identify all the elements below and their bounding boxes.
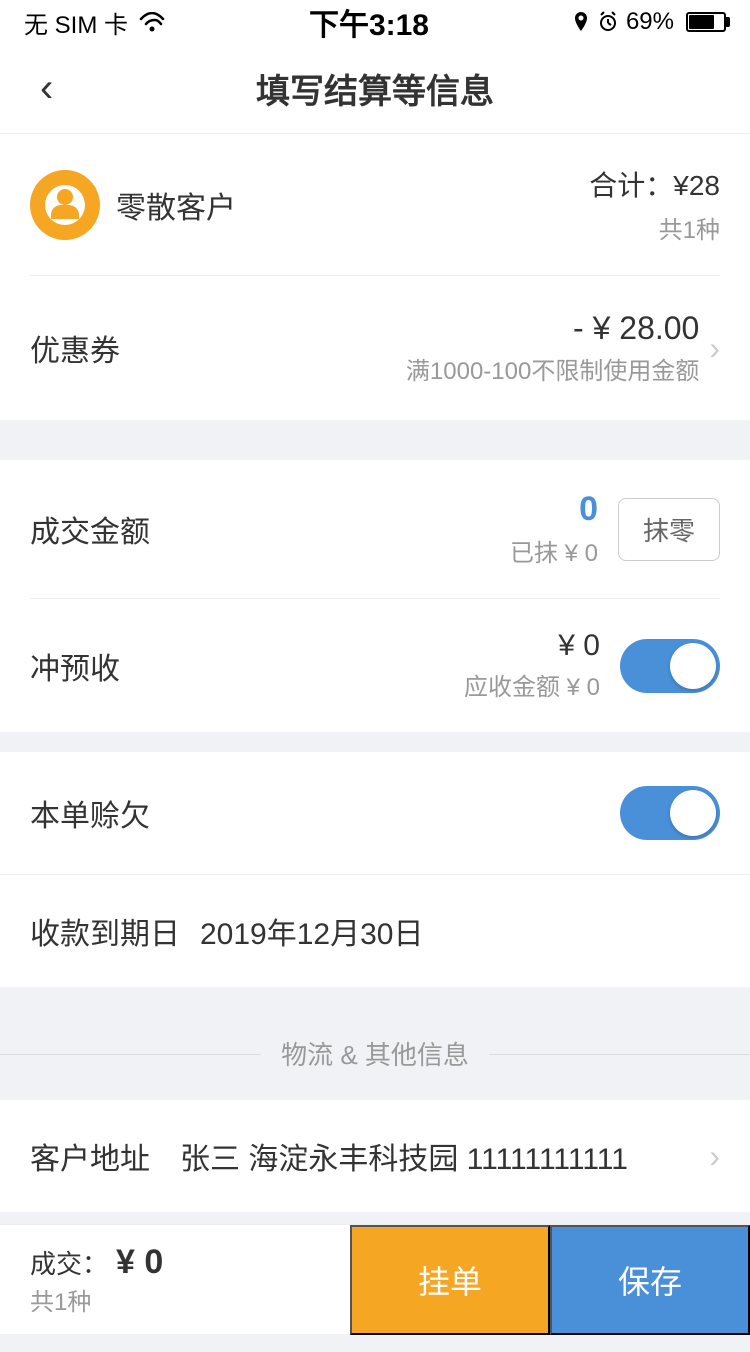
location-icon bbox=[572, 11, 590, 33]
status-bar: 无 SIM 卡 下午3:18 69% bbox=[0, 0, 750, 44]
back-button[interactable]: ‹ bbox=[30, 56, 63, 121]
deal-amount: ¥ 0 bbox=[116, 1243, 163, 1282]
amount-sub: 已抹 ¥ 0 bbox=[510, 533, 598, 568]
amount-label: 成交金额 bbox=[30, 507, 150, 551]
chevron-right-icon: › bbox=[709, 330, 720, 367]
bottom-left: 成交： ¥ 0 共1种 bbox=[0, 1243, 350, 1317]
debt-toggle[interactable] bbox=[620, 786, 720, 840]
address-label: 客户地址 bbox=[30, 1134, 150, 1178]
page-title: 填写结算等信息 bbox=[256, 64, 494, 113]
nav-bar: ‹ 填写结算等信息 bbox=[0, 44, 750, 134]
address-chevron-icon: › bbox=[709, 1138, 720, 1175]
customer-name: 零散客户 bbox=[116, 183, 236, 227]
customer-count: 共1种 bbox=[589, 210, 720, 245]
amount-right: 0 已抹 ¥ 0 抹零 bbox=[510, 490, 720, 568]
amount-row: 成交金额 0 已抹 ¥ 0 抹零 bbox=[30, 460, 720, 598]
customer-avatar bbox=[30, 170, 100, 240]
coupon-row[interactable]: 优惠券 - ¥ 28.00 满1000-100不限制使用金额 › bbox=[0, 276, 750, 420]
debt-toggle-knob bbox=[670, 790, 716, 836]
prereceive-label: 冲预收 bbox=[30, 644, 120, 688]
amount-value: 0 bbox=[510, 490, 598, 529]
duedate-label: 收款到期日 bbox=[30, 909, 180, 953]
debt-section: 本单赊欠 bbox=[0, 752, 750, 874]
amount-value-wrap: 0 已抹 ¥ 0 bbox=[510, 490, 598, 568]
toggle-knob bbox=[670, 643, 716, 689]
amount-section: 成交金额 0 已抹 ¥ 0 抹零 冲预收 ¥ 0 应收金额 ¥ 0 bbox=[0, 460, 750, 732]
customer-right: 合计：¥28 共1种 bbox=[589, 164, 720, 245]
debt-row: 本单赊欠 bbox=[30, 752, 720, 874]
logistics-header: 物流 & 其他信息 bbox=[0, 1007, 750, 1100]
section-separator-2 bbox=[0, 732, 750, 752]
status-right: 69% bbox=[572, 8, 726, 36]
prereceive-value-wrap: ¥ 0 应收金额 ¥ 0 bbox=[464, 629, 600, 702]
wifi-icon bbox=[138, 12, 166, 32]
duedate-value: 2019年12月30日 bbox=[200, 909, 423, 953]
status-time: 下午3:18 bbox=[309, 0, 429, 44]
prereceive-amount: ¥ 0 bbox=[464, 629, 600, 663]
alarm-icon bbox=[598, 11, 618, 33]
bottom-bar: 成交： ¥ 0 共1种 挂单 保存 bbox=[0, 1224, 750, 1334]
deal-label: 成交： bbox=[30, 1244, 108, 1281]
prereceive-right: ¥ 0 应收金额 ¥ 0 bbox=[464, 629, 720, 702]
logistics-title: 物流 & 其他信息 bbox=[261, 1035, 489, 1072]
pending-button[interactable]: 挂单 bbox=[350, 1225, 550, 1335]
deal-count: 共1种 bbox=[30, 1282, 320, 1317]
section-separator-1 bbox=[0, 440, 750, 460]
coupon-right: - ¥ 28.00 满1000-100不限制使用金额 › bbox=[406, 310, 720, 386]
main-content: 零散客户 合计：¥28 共1种 优惠券 - ¥ 28.00 满1000-100不… bbox=[0, 134, 750, 1352]
coupon-amount: - ¥ 28.00 bbox=[406, 310, 699, 347]
avatar-icon bbox=[45, 185, 85, 225]
save-button[interactable]: 保存 bbox=[550, 1225, 750, 1335]
coupon-value: - ¥ 28.00 满1000-100不限制使用金额 bbox=[406, 310, 699, 386]
duedate-row: 收款到期日 2019年12月30日 bbox=[0, 874, 750, 987]
status-left: 无 SIM 卡 bbox=[24, 5, 166, 40]
prereceive-row: 冲预收 ¥ 0 应收金额 ¥ 0 bbox=[30, 598, 720, 732]
round-button[interactable]: 抹零 bbox=[618, 498, 720, 561]
customer-left: 零散客户 bbox=[30, 170, 236, 240]
address-row[interactable]: 客户地址 张三 海淀永丰科技园 11111111111 › bbox=[0, 1100, 750, 1212]
prereceive-sub: 应收金额 ¥ 0 bbox=[464, 667, 600, 702]
address-value: 张三 海淀永丰科技园 11111111111 bbox=[180, 1134, 709, 1178]
prereceive-toggle[interactable] bbox=[620, 639, 720, 693]
coupon-label: 优惠券 bbox=[30, 326, 120, 370]
customer-card: 零散客户 合计：¥28 共1种 优惠券 - ¥ 28.00 满1000-100不… bbox=[0, 134, 750, 420]
coupon-desc: 满1000-100不限制使用金额 bbox=[406, 351, 699, 386]
battery-icon bbox=[686, 12, 726, 32]
section-separator-3 bbox=[0, 987, 750, 1007]
customer-total: 合计：¥28 bbox=[589, 164, 720, 204]
customer-row: 零散客户 合计：¥28 共1种 bbox=[0, 134, 750, 275]
battery-percent: 69% bbox=[626, 8, 674, 36]
debt-label: 本单赊欠 bbox=[30, 791, 150, 835]
carrier-text: 无 SIM 卡 bbox=[24, 5, 128, 40]
